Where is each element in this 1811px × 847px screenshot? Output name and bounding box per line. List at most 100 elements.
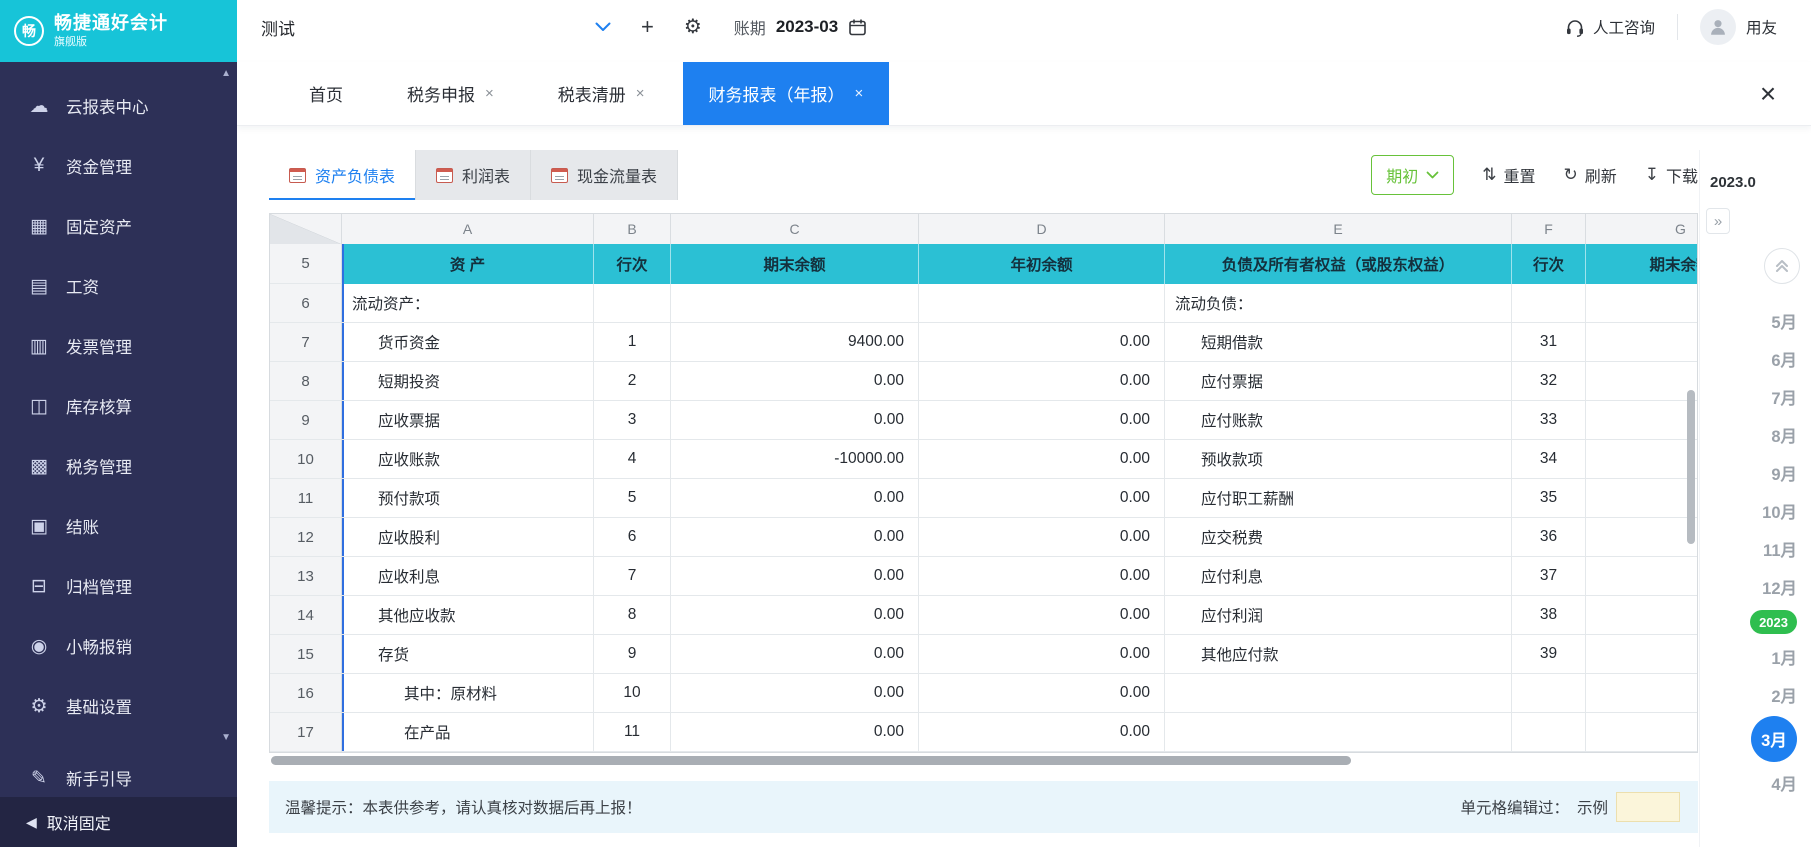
sidebar-item-guide-clipped[interactable]: ✎ 新手引导 [0,759,237,797]
row-number[interactable]: 6 [270,284,342,323]
settings-gear-icon[interactable]: ⚙ [684,17,702,37]
row-number[interactable]: 10 [270,440,342,479]
cell[interactable]: 0.00 [671,401,919,440]
cell[interactable]: 0.00 [919,713,1165,752]
sidebar-item-archive[interactable]: ⊟ 归档管理 [0,556,237,616]
cell[interactable]: 9 [594,635,671,674]
horizontal-scrollbar[interactable] [269,753,1698,767]
cell[interactable] [1512,713,1586,752]
cell[interactable]: 应付利息 [1165,557,1512,596]
support-button[interactable]: 人工咨询 [1565,16,1655,38]
scroll-to-top-button[interactable] [1764,248,1800,284]
cell[interactable]: 流动负债： [1165,284,1512,323]
cell[interactable]: 0.00 [671,596,919,635]
month-item[interactable]: 12月 [1762,568,1797,606]
cell[interactable]: 34 [1512,440,1586,479]
cell[interactable]: 短期投资 [342,362,594,401]
month-item-active[interactable]: 3月 [1751,716,1797,762]
row-number[interactable]: 17 [270,713,342,752]
cell[interactable]: 35 [1512,479,1586,518]
cell[interactable]: 0.00 [919,596,1165,635]
cell[interactable]: 7 [594,557,671,596]
cell[interactable]: 应交税费 [1165,518,1512,557]
refresh-button[interactable]: ↻ 刷新 [1563,163,1616,187]
cell[interactable]: 应收股利 [342,518,594,557]
cell[interactable]: 行次 [594,244,671,284]
cell[interactable]: 应收账款 [342,440,594,479]
column-letter[interactable]: A [342,214,594,244]
cell[interactable]: 2 [594,362,671,401]
tab-tax-register[interactable]: 税表清册 × [532,62,671,125]
sidebar-item-checkout[interactable]: ▣ 结账 [0,496,237,556]
cell[interactable]: 31 [1512,323,1586,362]
reset-button[interactable]: ⇅ 重置 [1482,163,1535,187]
cell[interactable] [1586,479,1697,518]
cell[interactable]: 货币资金 [342,323,594,362]
cell[interactable]: 33 [1512,401,1586,440]
sidebar-scroll-up-icon[interactable]: ▲ [221,68,231,79]
month-item[interactable]: 10月 [1762,492,1797,530]
cell[interactable]: 0.00 [919,635,1165,674]
column-letter[interactable]: E [1165,214,1512,244]
unpin-sidebar-button[interactable]: ◀ 取消固定 [0,797,237,847]
cell[interactable] [919,284,1165,323]
month-item[interactable]: 9月 [1771,454,1797,492]
cell[interactable]: 1 [594,323,671,362]
cell[interactable]: 应付职工薪酬 [1165,479,1512,518]
cell[interactable]: 应收票据 [342,401,594,440]
cell[interactable]: 0.00 [671,635,919,674]
cell[interactable]: -10000.00 [671,440,919,479]
tab-financial-report[interactable]: 财务报表（年报） × [682,62,890,125]
sidebar-item-salary[interactable]: ▤ 工资 [0,256,237,316]
cell[interactable]: 11 [594,713,671,752]
cell[interactable]: 0.00 [919,362,1165,401]
cell[interactable] [1512,674,1586,713]
cell[interactable]: 8 [594,596,671,635]
cell[interactable] [1512,284,1586,323]
row-number[interactable]: 14 [270,596,342,635]
sidebar-scroll-down-icon[interactable]: ▼ [221,732,231,743]
username[interactable]: 用友 [1746,16,1777,38]
sidebar-item-fixed-assets[interactable]: ▦ 固定资产 [0,196,237,256]
cell[interactable]: 存货 [342,635,594,674]
cell[interactable]: 0.00 [671,674,919,713]
cell[interactable] [1586,518,1697,557]
row-number[interactable]: 12 [270,518,342,557]
cell[interactable] [1586,713,1697,752]
row-number[interactable]: 13 [270,557,342,596]
sidebar-item-tax[interactable]: ▩ 税务管理 [0,436,237,496]
column-letter[interactable]: B [594,214,671,244]
cell[interactable] [1586,635,1697,674]
sidebar-item-cloud-report[interactable]: ☁ 云报表中心 [0,76,237,136]
accounting-period-picker[interactable]: 账期 2023-03 [734,15,867,39]
cell[interactable] [1586,401,1697,440]
cell[interactable]: 38 [1512,596,1586,635]
cell[interactable]: 3 [594,401,671,440]
cell[interactable]: 期末余额 [1586,244,1697,284]
cell[interactable]: 0.00 [671,518,919,557]
column-letter[interactable]: F [1512,214,1586,244]
cell[interactable]: 其他应收款 [342,596,594,635]
period-select[interactable]: 期初 [1371,155,1455,195]
month-item[interactable]: 6月 [1771,340,1797,378]
cell[interactable]: 其他应付款 [1165,635,1512,674]
cell[interactable]: 0.00 [671,557,919,596]
subtab-cash-flow[interactable]: 现金流量表 [531,150,679,200]
cell[interactable]: 0.00 [919,323,1165,362]
tab-close-icon[interactable]: × [636,85,645,102]
cell[interactable]: 预收款项 [1165,440,1512,479]
cell[interactable] [1586,440,1697,479]
cell[interactable]: 0.00 [919,557,1165,596]
column-letter[interactable]: G [1586,214,1697,244]
sidebar-item-funds[interactable]: ¥ 资金管理 [0,136,237,196]
cell[interactable]: 年初余额 [919,244,1165,284]
month-item[interactable]: 4月 [1771,764,1797,802]
month-item[interactable]: 5月 [1771,302,1797,340]
sheet-corner[interactable] [270,214,342,244]
add-account-button[interactable]: + [641,16,654,38]
cell[interactable]: 32 [1512,362,1586,401]
tab-home[interactable]: 首页 [283,62,369,125]
month-item[interactable]: 1月 [1771,638,1797,676]
cell[interactable]: 期末余额 [671,244,919,284]
cell[interactable] [1586,284,1697,323]
